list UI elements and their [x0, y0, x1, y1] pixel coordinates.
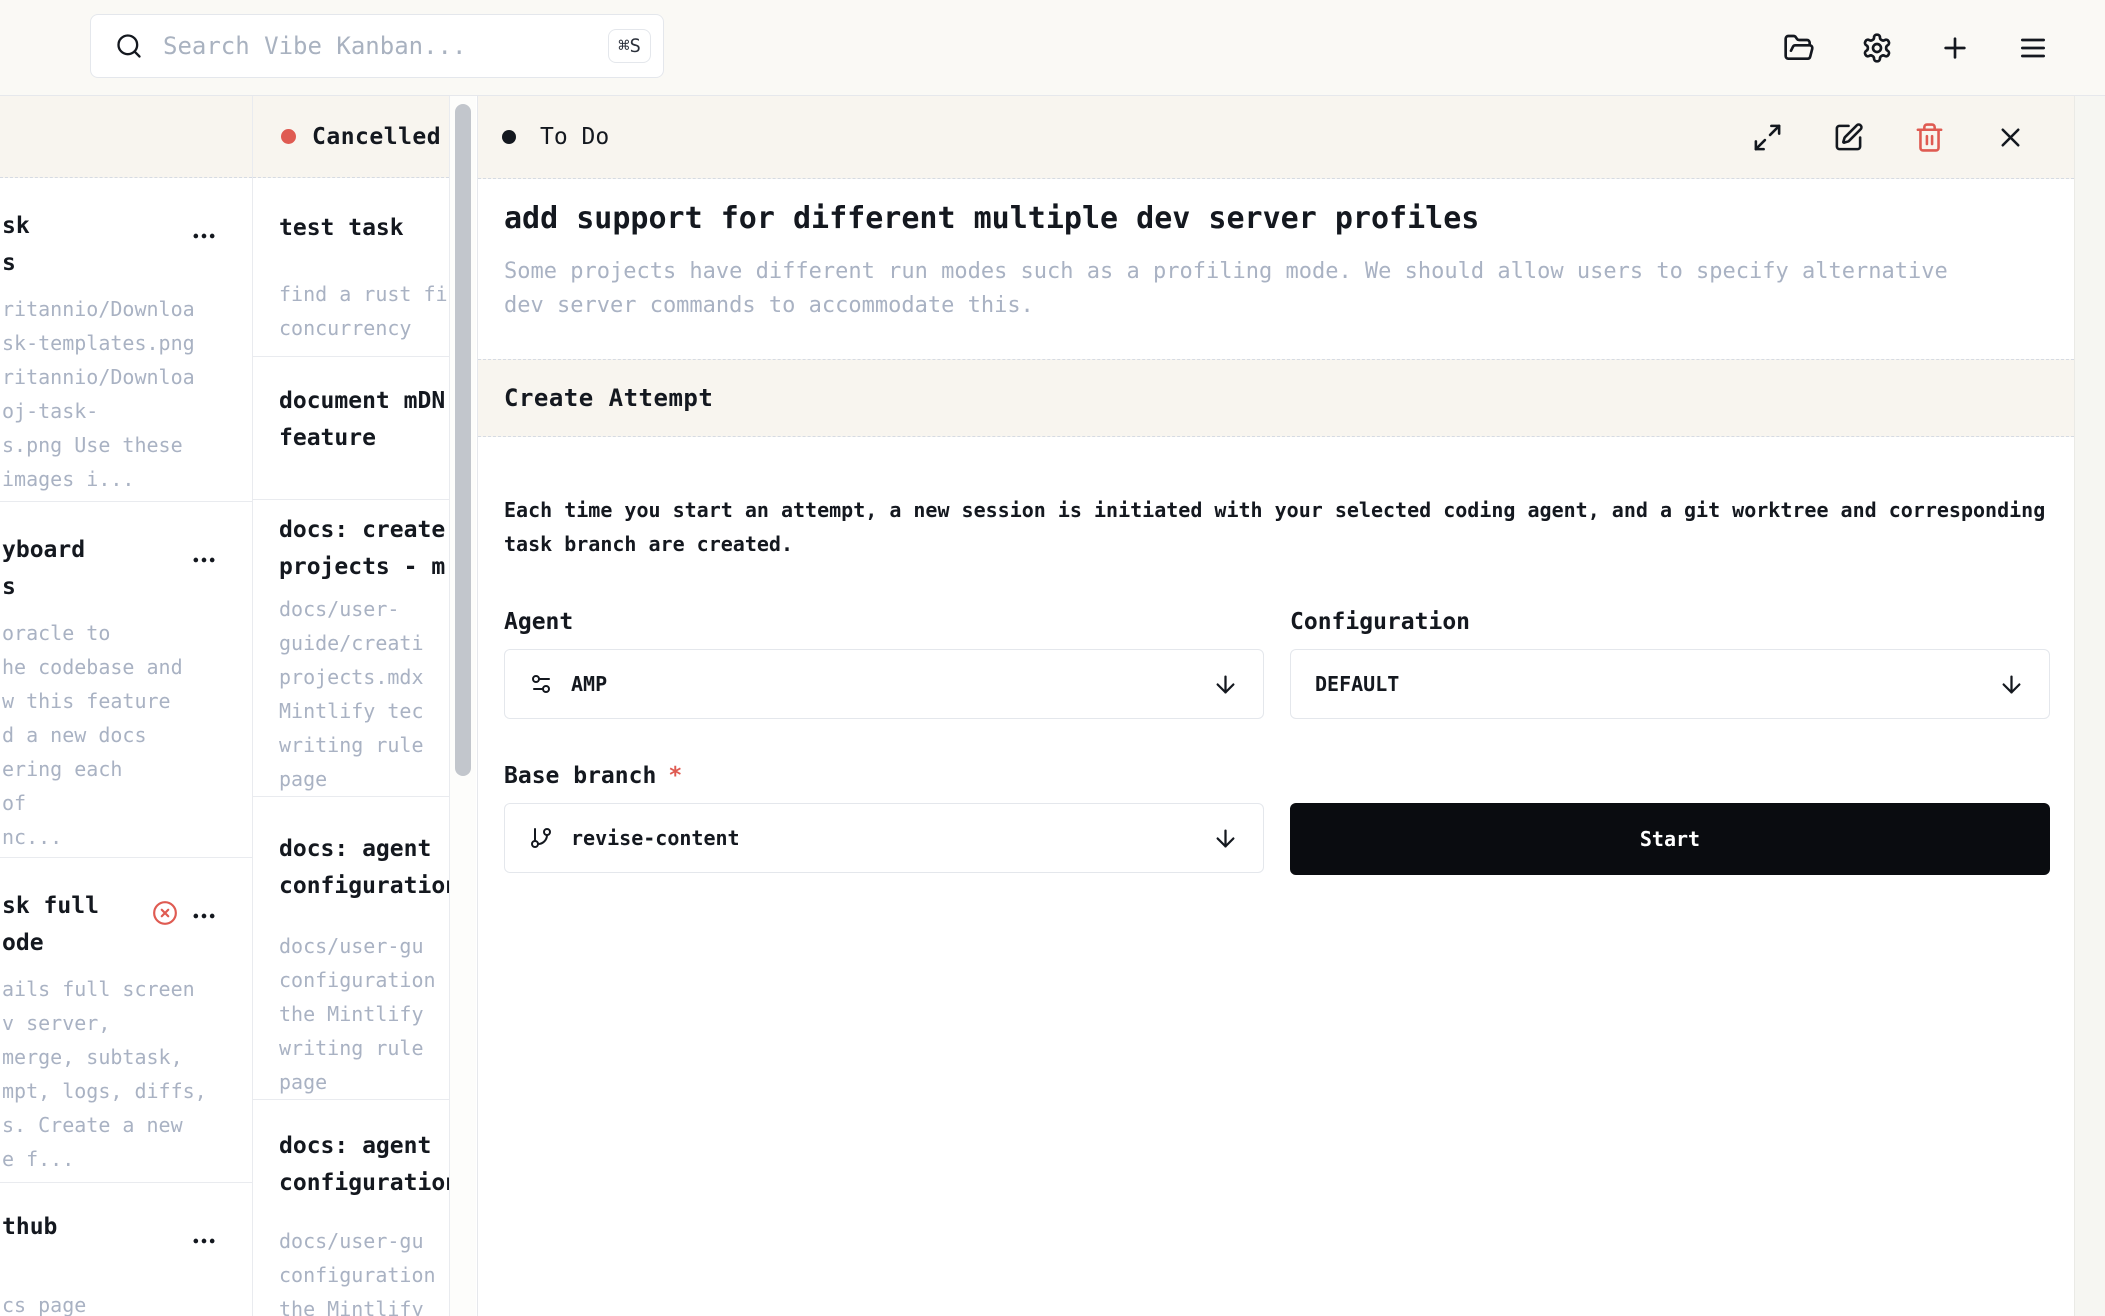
- base-branch-label: Base branch *: [504, 763, 1264, 789]
- main-menu-button[interactable]: [2017, 32, 2049, 64]
- task-card[interactable]: test task find a rust fi concurrency: [253, 178, 449, 357]
- open-project-button[interactable]: [1783, 32, 1815, 64]
- task-status-label: To Do: [540, 124, 610, 150]
- arrow-down-icon: [1212, 825, 1239, 852]
- ellipsis-icon: [190, 222, 218, 250]
- sliders-icon: [529, 672, 553, 696]
- card-menu-button[interactable]: [190, 546, 218, 574]
- task-card[interactable]: docs: agent configuration docs/user-gu c…: [253, 1100, 449, 1316]
- git-branch-icon: [529, 826, 553, 850]
- ellipsis-icon: [190, 546, 218, 574]
- kanban-column-cancelled: Cancelled test task find a rust fi concu…: [253, 96, 450, 1316]
- expand-task-button[interactable]: [1752, 122, 1783, 153]
- agent-value: AMP: [571, 672, 608, 696]
- attempt-info-text: Each time you start an attempt, a new se…: [504, 498, 2046, 556]
- arrow-down-icon: [1212, 671, 1239, 698]
- column-title: Cancelled: [312, 123, 442, 150]
- task-card-description: docs/user-gu configuration the Mintlify …: [279, 934, 436, 1094]
- search-box[interactable]: ⌘S: [90, 14, 664, 78]
- configuration-label: Configuration: [1290, 609, 1471, 635]
- gear-icon: [1861, 32, 1893, 64]
- task-card-description: ritannio/Downloa sk-templates.png ritann…: [2, 297, 195, 491]
- close-panel-button[interactable]: [1995, 122, 2026, 153]
- hamburger-menu-icon: [2017, 32, 2049, 64]
- task-card[interactable]: sk full ode ails full screen v server, m…: [0, 858, 252, 1183]
- column-cancelled-header: Cancelled: [253, 96, 449, 178]
- create-attempt-section-header: Create Attempt: [478, 359, 2074, 437]
- task-card-description: ails full screen v server, merge, subtas…: [2, 977, 207, 1171]
- topbar-actions: [1783, 0, 2049, 95]
- ellipsis-icon: [190, 902, 218, 930]
- task-card-description: docs/user- guide/creati projects.mdx Min…: [279, 597, 424, 791]
- add-task-button[interactable]: [1939, 32, 1971, 64]
- folder-open-icon: [1783, 32, 1815, 64]
- settings-button[interactable]: [1861, 32, 1893, 64]
- column-left-header: [0, 96, 252, 178]
- plus-icon: [1939, 32, 1971, 64]
- search-input[interactable]: [161, 31, 591, 61]
- search-shortcut-badge: ⌘S: [608, 29, 651, 63]
- edit-task-button[interactable]: [1833, 122, 1864, 153]
- agent-select[interactable]: AMP: [504, 649, 1264, 719]
- task-card-title: test task: [279, 215, 404, 241]
- task-card-description: oracle to he codebase and w this feature…: [2, 621, 183, 849]
- kanban-column-left: sk s ritannio/Downloa sk-templates.png r…: [0, 96, 253, 1316]
- search-icon: [115, 32, 143, 60]
- create-attempt-form: Each time you start an attempt, a new se…: [478, 493, 2074, 875]
- task-card-title: document mDN feature: [279, 388, 446, 451]
- configuration-select[interactable]: DEFAULT: [1290, 649, 2050, 719]
- task-card[interactable]: sk s ritannio/Downloa sk-templates.png r…: [0, 178, 252, 502]
- task-card[interactable]: docs: agent configuration docs/user-gu c…: [253, 797, 449, 1100]
- task-card-title: docs: create projects - m: [279, 517, 446, 580]
- ellipsis-icon: [190, 1227, 218, 1255]
- topbar: ⌘S: [0, 0, 2105, 95]
- card-menu-button[interactable]: [190, 902, 218, 930]
- task-description: Some projects have different run modes s…: [504, 259, 1948, 318]
- cancelled-status-dot: [281, 129, 296, 144]
- configuration-value: DEFAULT: [1315, 672, 1400, 696]
- task-detail-header: To Do: [478, 96, 2074, 179]
- task-card-description: find a rust fi concurrency: [279, 282, 448, 340]
- task-detail-actions: [1752, 122, 2026, 153]
- start-button[interactable]: Start: [1290, 803, 2050, 875]
- task-title: add support for different multiple dev s…: [504, 201, 1480, 236]
- arrow-down-icon: [1998, 671, 2025, 698]
- delete-task-button[interactable]: [1914, 122, 1945, 153]
- base-branch-select[interactable]: revise-content: [504, 803, 1264, 873]
- agent-label: Agent: [504, 609, 574, 635]
- create-attempt-title: Create Attempt: [504, 384, 714, 412]
- required-marker: *: [668, 763, 683, 789]
- card-menu-button[interactable]: [190, 222, 218, 250]
- task-card-description: cs page: [2, 1293, 87, 1316]
- board-scrollbar[interactable]: [450, 96, 476, 1316]
- cancelled-status-icon: [152, 900, 178, 926]
- task-card[interactable]: yboard s oracle to he codebase and w thi…: [0, 502, 252, 858]
- base-branch-value: revise-content: [571, 826, 740, 850]
- base-branch-label-text: Base branch: [504, 763, 657, 789]
- task-card[interactable]: docs: create projects - m docs/user- gui…: [253, 500, 449, 797]
- right-scroll-gutter: [2074, 96, 2105, 1316]
- task-detail-panel: To Do add support for different multiple…: [477, 96, 2075, 1316]
- edit-pencil-icon: [1833, 122, 1864, 153]
- task-card[interactable]: thub cs page: [0, 1183, 252, 1316]
- task-card-description: docs/user-gu configuration the Mintlify …: [279, 1229, 436, 1316]
- expand-icon: [1752, 122, 1783, 153]
- card-menu-button[interactable]: [190, 1227, 218, 1255]
- task-card-title: docs: agent configuration: [279, 836, 449, 899]
- task-card[interactable]: document mDN feature: [253, 357, 449, 500]
- scrollbar-thumb[interactable]: [455, 104, 471, 776]
- todo-status-dot: [502, 130, 516, 144]
- close-icon: [1995, 122, 2026, 153]
- board-area: sk s ritannio/Downloa sk-templates.png r…: [0, 95, 2105, 1316]
- trash-icon: [1914, 122, 1945, 153]
- task-card-title: docs: agent configuration: [279, 1133, 449, 1196]
